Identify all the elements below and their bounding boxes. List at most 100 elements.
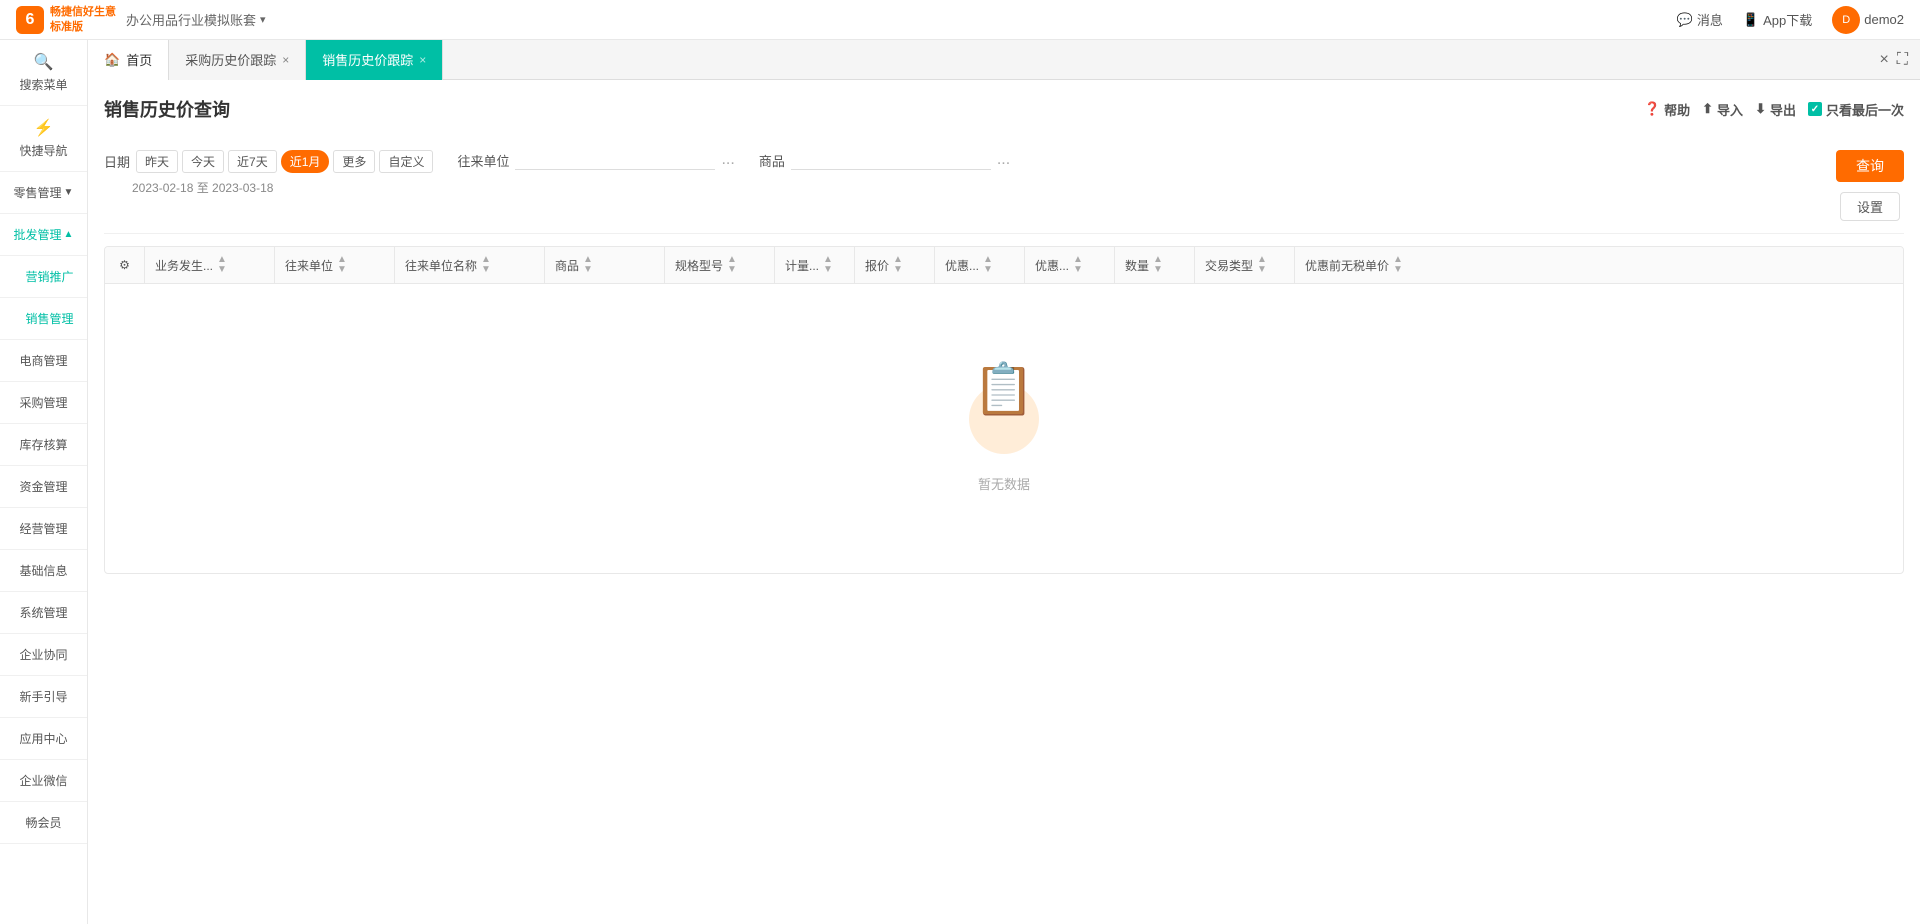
user-menu[interactable]: D demo2 bbox=[1832, 6, 1904, 34]
sidebar-item-ecommerce[interactable]: 电商管理 bbox=[0, 340, 87, 382]
sidebar-item-system[interactable]: 系统管理 bbox=[0, 592, 87, 634]
partner-input[interactable] bbox=[515, 150, 715, 170]
col-goods[interactable]: 商品 ▲▼ bbox=[545, 247, 665, 283]
col-partner-code[interactable]: 往来单位 ▲▼ bbox=[275, 247, 395, 283]
col-disc1[interactable]: 优惠... ▲▼ bbox=[935, 247, 1025, 283]
sort-icon: ▲▼ bbox=[1153, 255, 1163, 275]
export-icon: ⬇ bbox=[1755, 101, 1766, 117]
sidebar-item-sales-mgmt[interactable]: 销售管理 bbox=[0, 298, 87, 340]
tab-actions: × ⛶ bbox=[1879, 51, 1920, 69]
goods-input[interactable] bbox=[791, 150, 991, 170]
sidebar-item-inventory[interactable]: 库存核算 bbox=[0, 424, 87, 466]
tab-sales[interactable]: 销售历史价跟踪 × bbox=[306, 40, 443, 80]
app-download-button[interactable]: 📱 App下载 bbox=[1743, 10, 1812, 29]
date-btn-today[interactable]: 今天 bbox=[182, 150, 224, 173]
sidebar-item-wholesale[interactable]: 批发管理 ▲ bbox=[0, 214, 87, 256]
setting-button[interactable]: 设置 bbox=[1840, 192, 1900, 221]
col-unit[interactable]: 计量... ▲▼ bbox=[775, 247, 855, 283]
only-last-checkbox[interactable]: ✓ 只看最后一次 bbox=[1808, 100, 1904, 119]
topbar-right: 💬 消息 📱 App下载 D demo2 bbox=[1677, 6, 1904, 34]
sort-icon: ▲▼ bbox=[893, 255, 903, 275]
chevron-down-icon: ▼ bbox=[64, 187, 74, 198]
sidebar-item-vip[interactable]: 畅会员 bbox=[0, 802, 87, 844]
export-button[interactable]: ⬇ 导出 bbox=[1755, 100, 1796, 119]
date-btn-7days[interactable]: 近7天 bbox=[228, 150, 277, 173]
tab-sales-close[interactable]: × bbox=[419, 53, 426, 67]
shortcut-icon: ⚡ bbox=[34, 118, 54, 138]
goods-filter: 商品 ... bbox=[759, 150, 1010, 170]
main-layout: 🔍 搜索菜单 ⚡ 快捷导航 零售管理 ▼ 批发管理 ▲ 营销推广 销售管理 电商… bbox=[0, 40, 1920, 924]
message-button[interactable]: 💬 消息 bbox=[1677, 10, 1723, 29]
col-notax-price[interactable]: 优惠前无税单价 ▲▼ bbox=[1295, 247, 1903, 283]
sort-icon: ▲▼ bbox=[823, 255, 833, 275]
col-qty[interactable]: 数量 ▲▼ bbox=[1115, 247, 1195, 283]
col-disc2[interactable]: 优惠... ▲▼ bbox=[1025, 247, 1115, 283]
import-icon: ⬆ bbox=[1702, 101, 1713, 117]
tab-purchase[interactable]: 采购历史价跟踪 × bbox=[169, 40, 306, 80]
sidebar-item-guide[interactable]: 新手引导 bbox=[0, 676, 87, 718]
logo-icon: 6 bbox=[16, 6, 44, 34]
tab-bar: 🏠 首页 采购历史价跟踪 × 销售历史价跟踪 × × ⛶ bbox=[88, 40, 1920, 80]
col-trade-type[interactable]: 交易类型 ▲▼ bbox=[1195, 247, 1295, 283]
sort-icon: ▲▼ bbox=[1393, 255, 1403, 275]
col-spec[interactable]: 规格型号 ▲▼ bbox=[665, 247, 775, 283]
sidebar-item-app-center[interactable]: 应用中心 bbox=[0, 718, 87, 760]
close-tab-button[interactable]: × bbox=[1879, 51, 1888, 69]
help-button[interactable]: ❓ 帮助 bbox=[1644, 100, 1690, 119]
sidebar-item-operations[interactable]: 经营管理 bbox=[0, 508, 87, 550]
sort-icon: ▲▼ bbox=[217, 255, 227, 275]
sort-icon: ▲▼ bbox=[727, 255, 737, 275]
topbar: 6 畅捷信好生意 标准版 办公用品行业模拟账套 ▾ 💬 消息 📱 App下载 D… bbox=[0, 0, 1920, 40]
tab-purchase-close[interactable]: × bbox=[282, 53, 289, 67]
sidebar-item-basic-info[interactable]: 基础信息 bbox=[0, 550, 87, 592]
checkbox-icon: ✓ bbox=[1808, 102, 1822, 116]
avatar: D bbox=[1832, 6, 1860, 34]
date-btn-1month[interactable]: 近1月 bbox=[281, 150, 330, 173]
sort-icon: ▲▼ bbox=[583, 255, 593, 275]
page-title-actions: ❓ 帮助 ⬆ 导入 ⬇ 导出 ✓ 只看最后一次 bbox=[1644, 100, 1904, 119]
content-area: 🏠 首页 采购历史价跟踪 × 销售历史价跟踪 × × ⛶ 销售历史价查询 bbox=[88, 40, 1920, 924]
sidebar-item-retail[interactable]: 零售管理 ▼ bbox=[0, 172, 87, 214]
col-price[interactable]: 报价 ▲▼ bbox=[855, 247, 935, 283]
table-header: ⚙ 业务发生... ▲▼ 往来单位 ▲▼ 往来单位名称 ▲▼ bbox=[105, 247, 1903, 284]
sidebar-item-enterprise[interactable]: 企业协同 bbox=[0, 634, 87, 676]
page-header: 销售历史价查询 ❓ 帮助 ⬆ 导入 ⬇ 导出 ✓ bbox=[104, 96, 1904, 122]
help-icon: ❓ bbox=[1644, 101, 1660, 117]
sidebar: 🔍 搜索菜单 ⚡ 快捷导航 零售管理 ▼ 批发管理 ▲ 营销推广 销售管理 电商… bbox=[0, 40, 88, 924]
col-biz-date[interactable]: 业务发生... ▲▼ bbox=[145, 247, 275, 283]
date-filter: 日期 昨天 今天 近7天 近1月 更多 自定义 bbox=[104, 150, 433, 173]
col-partner-name[interactable]: 往来单位名称 ▲▼ bbox=[395, 247, 545, 283]
filter-bar: 日期 昨天 今天 近7天 近1月 更多 自定义 2023- bbox=[104, 138, 1904, 234]
sidebar-item-purchase[interactable]: 采购管理 bbox=[0, 382, 87, 424]
filter-fields: 日期 昨天 今天 近7天 近1月 更多 自定义 2023- bbox=[104, 150, 1820, 196]
sidebar-item-shortcut[interactable]: ⚡ 快捷导航 bbox=[0, 106, 87, 172]
date-buttons: 昨天 今天 近7天 近1月 更多 自定义 bbox=[136, 150, 433, 173]
col-settings[interactable]: ⚙ bbox=[105, 247, 145, 283]
maximize-button[interactable]: ⛶ bbox=[1897, 51, 1908, 69]
logo-text: 畅捷信好生意 标准版 bbox=[50, 5, 116, 34]
message-icon: 💬 bbox=[1677, 12, 1693, 28]
partner-filter: 往来单位 ... bbox=[457, 150, 734, 170]
sort-icon: ▲▼ bbox=[481, 255, 491, 275]
data-table: ⚙ 业务发生... ▲▼ 往来单位 ▲▼ 往来单位名称 ▲▼ bbox=[104, 246, 1904, 574]
tab-home[interactable]: 🏠 首页 bbox=[88, 40, 169, 80]
date-btn-custom[interactable]: 自定义 bbox=[379, 150, 433, 173]
partner-dots-button[interactable]: ... bbox=[721, 151, 734, 169]
download-icon: 📱 bbox=[1743, 12, 1759, 28]
date-btn-more[interactable]: 更多 bbox=[333, 150, 375, 173]
empty-text: 暂无数据 bbox=[978, 474, 1030, 493]
query-button[interactable]: 查询 bbox=[1836, 150, 1904, 182]
app-selector[interactable]: 办公用品行业模拟账套 ▾ bbox=[126, 10, 266, 29]
sort-icon: ▲▼ bbox=[337, 255, 347, 275]
sidebar-item-finance[interactable]: 资金管理 bbox=[0, 466, 87, 508]
filter-row: 日期 昨天 今天 近7天 近1月 更多 自定义 2023- bbox=[104, 150, 1904, 221]
import-button[interactable]: ⬆ 导入 bbox=[1702, 100, 1743, 119]
sidebar-item-marketing[interactable]: 营销推广 bbox=[0, 256, 87, 298]
sidebar-item-wechat[interactable]: 企业微信 bbox=[0, 760, 87, 802]
empty-state: 📋 暂无数据 bbox=[105, 284, 1903, 573]
goods-dots-button[interactable]: ... bbox=[997, 151, 1010, 169]
date-filter-group: 日期 昨天 今天 近7天 近1月 更多 自定义 2023- bbox=[104, 150, 433, 196]
sidebar-item-search[interactable]: 🔍 搜索菜单 bbox=[0, 40, 87, 106]
date-btn-yesterday[interactable]: 昨天 bbox=[136, 150, 178, 173]
filter-actions: 查询 设置 bbox=[1836, 150, 1904, 221]
